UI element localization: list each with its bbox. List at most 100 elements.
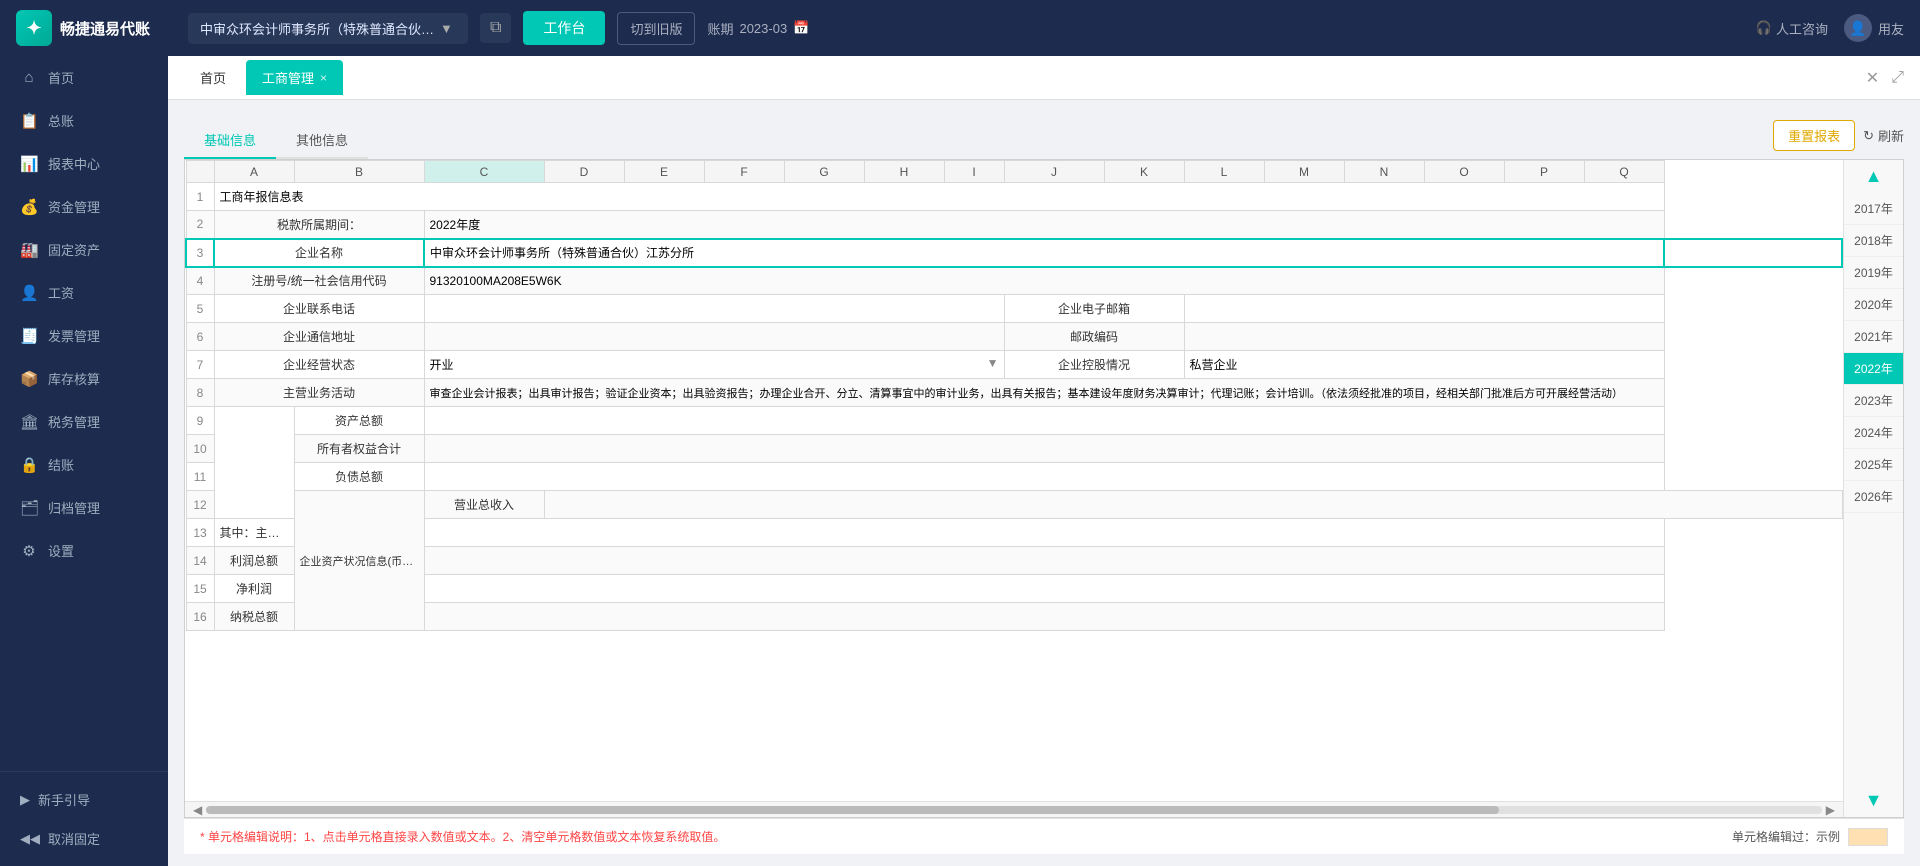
tab-close-icon[interactable]: × <box>320 71 327 85</box>
sidebar-label-invoice: 发票管理 <box>48 326 100 345</box>
sidebar-label-ledger: 总账 <box>48 111 74 130</box>
sheet-scroll-area[interactable]: A B C D E F G H I J <box>185 160 1843 801</box>
sidebar-item-salary[interactable]: 👤 工资 <box>0 271 168 314</box>
debt-value-cell[interactable] <box>424 463 1664 491</box>
sidebar-item-home[interactable]: ⌂ 首页 <box>0 56 168 99</box>
switch-version-button[interactable]: 切到旧版 <box>617 12 695 45</box>
year-nav-up-button[interactable]: ▲ <box>1844 160 1903 193</box>
tab-expand-icon[interactable]: ⤢ <box>1891 69 1904 87</box>
archive-icon: 🗂 <box>20 499 38 517</box>
sub-tab-basic[interactable]: 基础信息 <box>184 122 276 159</box>
tab-close-all-icon[interactable]: ✕ <box>1866 68 1879 88</box>
reg-value-cell[interactable]: 91320100MA208E5W6K <box>424 267 1664 295</box>
close-period-icon: 🔒 <box>20 456 38 474</box>
net-profit-value-cell[interactable] <box>424 575 1664 603</box>
tax-total-value-cell[interactable] <box>424 603 1664 631</box>
col-header-l: L <box>1184 161 1264 183</box>
biz-label-cell: 主营业务活动 <box>214 379 424 407</box>
refresh-button[interactable]: ↻ 刷新 <box>1863 126 1904 145</box>
revenue-value-cell[interactable] <box>544 491 1842 519</box>
user-menu[interactable]: 👤 用友 <box>1844 14 1904 42</box>
scroll-track[interactable] <box>206 806 1822 814</box>
sidebar-item-close[interactable]: 🔒 结账 <box>0 443 168 486</box>
reset-report-button[interactable]: 重置报表 <box>1773 120 1855 151</box>
holding-value-cell[interactable]: 私营企业 <box>1184 351 1664 379</box>
phone-value-cell[interactable] <box>424 295 1004 323</box>
sidebar-item-settings[interactable]: ⚙ 设置 <box>0 529 168 572</box>
year-item-2022[interactable]: 2022年 <box>1844 353 1903 385</box>
cell-edit-label: 单元格编辑过：示例 <box>1732 828 1840 845</box>
profit-label-cell: 利润总额 <box>214 547 294 575</box>
scroll-right-icon[interactable]: ▶ <box>1822 803 1839 817</box>
company-name-value-cell[interactable]: 中审众环会计师事务所（特殊普通合伙）江苏分所 <box>424 239 1664 267</box>
year-item-2021[interactable]: 2021年 <box>1844 321 1903 353</box>
row-num-9: 9 <box>186 407 214 435</box>
period-label-cell: 税款所属期间： <box>214 211 424 239</box>
tab-home[interactable]: 首页 <box>184 60 242 95</box>
scroll-left-icon[interactable]: ◀ <box>189 803 206 817</box>
asset-value-cell[interactable] <box>424 407 1664 435</box>
year-item-2024[interactable]: 2024年 <box>1844 417 1903 449</box>
sheet-title-cell[interactable]: 工商年报信息表 <box>214 183 1664 211</box>
status-value-cell[interactable]: 开业 ▼ <box>424 351 1004 379</box>
sub-tabs: 基础信息 其他信息 <box>184 122 368 159</box>
biz-value-cell[interactable]: 审查企业会计报表；出具审计报告；验证企业资本；出具验资报告；办理企业合开、分立、… <box>424 379 1664 407</box>
phone-label-cell: 企业联系电话 <box>214 295 424 323</box>
sidebar-item-archive[interactable]: 🗂 归档管理 <box>0 486 168 529</box>
email-label-cell: 企业电子邮箱 <box>1004 295 1184 323</box>
year-item-2025[interactable]: 2025年 <box>1844 449 1903 481</box>
sidebar-item-finance[interactable]: 💰 资金管理 <box>0 185 168 228</box>
email-value-cell[interactable] <box>1184 295 1664 323</box>
sheet-toolbar: 重置报表 ↻ 刷新 <box>1773 112 1904 159</box>
calendar-icon[interactable]: 📅 <box>793 20 809 36</box>
period-value: 2023-03 <box>739 21 787 36</box>
logo-icon: ✦ <box>16 10 52 46</box>
table-row: 6 企业通信地址 邮政编码 <box>186 323 1842 351</box>
table-row: 9 资产总额 <box>186 407 1842 435</box>
addr-value-cell[interactable] <box>424 323 1004 351</box>
sub-tab-other[interactable]: 其他信息 <box>276 122 368 159</box>
postal-label-cell: 邮政编码 <box>1004 323 1184 351</box>
main-revenue-value-cell[interactable] <box>424 519 1664 547</box>
company-selector[interactable]: 中审众环会计师事务所（特殊普通合伙… ▼ <box>188 13 468 44</box>
horizontal-scrollbar[interactable]: ◀ ▶ <box>185 801 1843 817</box>
refresh-label: 刷新 <box>1878 126 1904 145</box>
pin-icon: ◀◀ <box>20 831 40 847</box>
refresh-icon: ↻ <box>1863 128 1874 144</box>
col-header-i: I <box>944 161 1004 183</box>
tab-business[interactable]: 工商管理 × <box>246 60 343 95</box>
new-guide-button[interactable]: ▶ 新手引导 <box>0 780 168 819</box>
period-value-cell[interactable]: 2022年度 <box>424 211 1664 239</box>
asset-group-label-cell <box>214 407 294 519</box>
pin-button[interactable]: ◀◀ 取消固定 <box>0 819 168 858</box>
row-num-4: 4 <box>186 267 214 295</box>
postal-value-cell[interactable] <box>1184 323 1664 351</box>
year-item-2018[interactable]: 2018年 <box>1844 225 1903 257</box>
service-button[interactable]: 🎧 人工咨询 <box>1756 19 1828 38</box>
status-dropdown-icon[interactable]: ▼ <box>987 356 999 370</box>
profit-value-cell[interactable] <box>424 547 1664 575</box>
equity-value-cell[interactable] <box>424 435 1664 463</box>
scroll-thumb[interactable] <box>206 806 1498 814</box>
sidebar-item-ledger[interactable]: 📋 总账 <box>0 99 168 142</box>
year-nav-down-button[interactable]: ▼ <box>1844 784 1903 817</box>
year-item-2020[interactable]: 2020年 <box>1844 289 1903 321</box>
sidebar-item-report[interactable]: 📊 报表中心 <box>0 142 168 185</box>
year-item-2026[interactable]: 2026年 <box>1844 481 1903 513</box>
year-item-2017[interactable]: 2017年 <box>1844 193 1903 225</box>
sidebar-bottom: ▶ 新手引导 ◀◀ 取消固定 <box>0 771 168 866</box>
sidebar-item-fixed[interactable]: 🏭 固定资产 <box>0 228 168 271</box>
col-header-p: P <box>1504 161 1584 183</box>
workbench-button[interactable]: 工作台 <box>523 11 605 45</box>
year-item-2023[interactable]: 2023年 <box>1844 385 1903 417</box>
spreadsheet[interactable]: A B C D E F G H I J <box>185 160 1843 817</box>
sidebar-item-invoice[interactable]: 🧾 发票管理 <box>0 314 168 357</box>
holding-label-cell: 企业控股情况 <box>1004 351 1184 379</box>
sidebar-item-tax[interactable]: 🏛 税务管理 <box>0 400 168 443</box>
avatar: 👤 <box>1844 14 1872 42</box>
row-num-16: 16 <box>186 603 214 631</box>
copy-company-button[interactable]: ⧉ <box>480 13 511 43</box>
year-item-2019[interactable]: 2019年 <box>1844 257 1903 289</box>
sheet-title-text: 工商年报信息表 <box>220 190 304 204</box>
sidebar-item-inventory[interactable]: 📦 库存核算 <box>0 357 168 400</box>
